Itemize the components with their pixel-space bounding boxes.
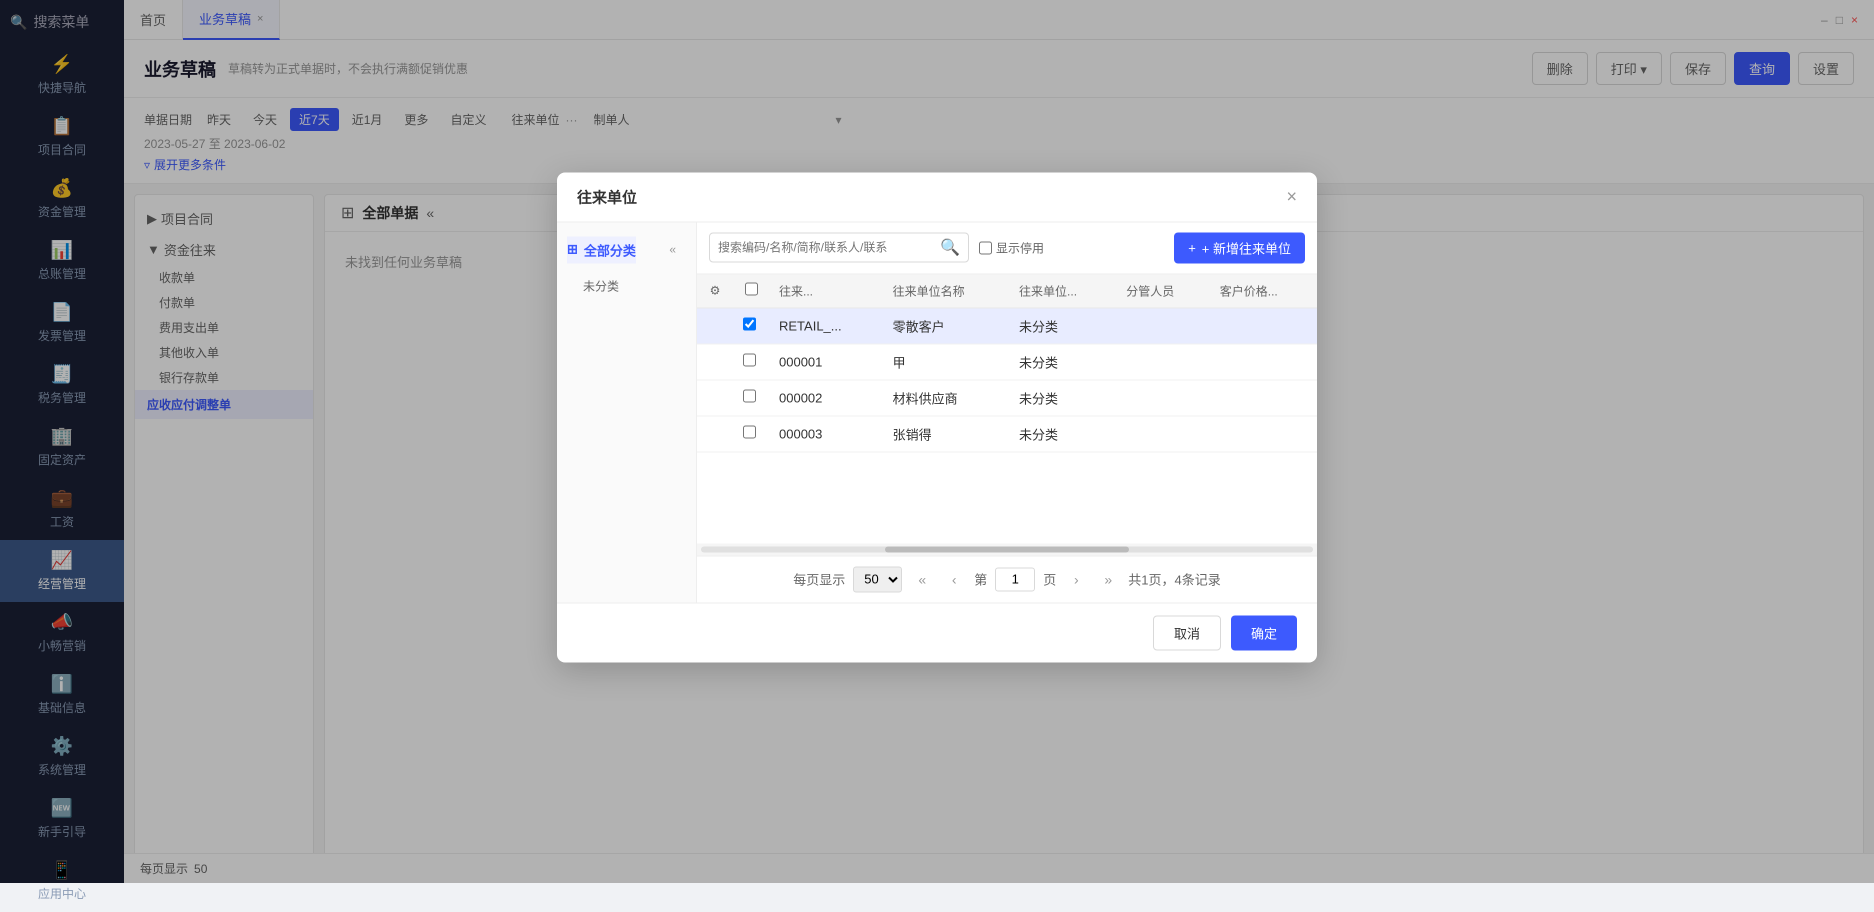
row-price	[1210, 308, 1317, 344]
search-icon: 🔍	[940, 238, 960, 258]
page-suffix: 页	[1043, 570, 1056, 589]
counterparty-dialog: 往来单位 × ⊞ 全部分类 « 未分类 🔍	[557, 172, 1317, 662]
next-page-btn[interactable]: ›	[1064, 567, 1088, 591]
table-row[interactable]: 000001 甲 未分类	[697, 344, 1317, 380]
row-settings	[697, 344, 733, 380]
scrollbar-thumb[interactable]	[885, 546, 1130, 552]
dialog-body: ⊞ 全部分类 « 未分类 🔍 显示停用 +	[557, 222, 1317, 602]
col-price-header: 客户价格...	[1210, 274, 1317, 308]
add-new-counterparty-button[interactable]: + + 新增往来单位	[1174, 232, 1305, 263]
row-manager	[1116, 344, 1209, 380]
dialog-main: 🔍 显示停用 + + 新增往来单位 ⚙ 往来	[697, 222, 1317, 602]
cancel-button[interactable]: 取消	[1153, 615, 1221, 650]
row-settings	[697, 308, 733, 344]
row-category: 未分类	[1009, 308, 1116, 344]
search-box[interactable]: 🔍	[709, 233, 969, 263]
scrollbar-track	[701, 546, 1313, 552]
row-code: RETAIL_...	[769, 308, 883, 344]
prev-page-btn[interactable]: ‹	[942, 567, 966, 591]
row-name: 张销得	[883, 416, 1009, 452]
last-page-btn[interactable]: »	[1096, 567, 1120, 591]
table-row[interactable]: 000002 材料供应商 未分类	[697, 380, 1317, 416]
plus-icon: +	[1188, 240, 1196, 255]
dialog-toolbar: 🔍 显示停用 + + 新增往来单位	[697, 222, 1317, 274]
row-settings	[697, 380, 733, 416]
row-manager	[1116, 416, 1209, 452]
row-category: 未分类	[1009, 416, 1116, 452]
horizontal-scrollbar[interactable]	[697, 543, 1317, 555]
per-page-select[interactable]: 50	[853, 566, 902, 592]
row-price	[1210, 344, 1317, 380]
search-input[interactable]	[718, 241, 934, 255]
col-manager-header: 分管人员	[1116, 274, 1209, 308]
row-manager	[1116, 308, 1209, 344]
dialog-close-button[interactable]: ×	[1286, 186, 1297, 207]
row-category: 未分类	[1009, 380, 1116, 416]
category-all[interactable]: ⊞ 全部分类	[567, 236, 636, 263]
confirm-button[interactable]: 确定	[1231, 615, 1297, 650]
row-price	[1210, 380, 1317, 416]
row-settings	[697, 416, 733, 452]
per-page-label: 每页显示	[793, 570, 845, 589]
dialog-title: 往来单位	[577, 186, 637, 207]
page-label: 第	[974, 570, 987, 589]
col-settings[interactable]: ⚙	[697, 274, 733, 308]
grid-small-icon: ⊞	[567, 242, 578, 258]
data-table: ⚙ 往来... 往来单位名称 往来单位... 分管人员 客户价格...	[697, 274, 1317, 543]
row-checkbox[interactable]	[733, 308, 769, 344]
sidebar-item-label: 应用中心	[38, 885, 86, 902]
col-code-header: 往来...	[769, 274, 883, 308]
show-disabled-checkbox[interactable]: 显示停用	[979, 239, 1044, 256]
row-code: 000001	[769, 344, 883, 380]
show-disabled-label: 显示停用	[996, 239, 1044, 256]
first-page-btn[interactable]: «	[910, 567, 934, 591]
counterparty-table: ⚙ 往来... 往来单位名称 往来单位... 分管人员 客户价格...	[697, 274, 1317, 452]
dialog-sidebar: ⊞ 全部分类 « 未分类	[557, 222, 697, 602]
select-all-checkbox[interactable]	[745, 283, 758, 296]
dialog-footer: 取消 确定	[557, 602, 1317, 662]
dialog-header: 往来单位 ×	[557, 172, 1317, 222]
row-name: 材料供应商	[883, 380, 1009, 416]
row-manager	[1116, 380, 1209, 416]
table-row[interactable]: 000003 张销得 未分类	[697, 416, 1317, 452]
row-checkbox[interactable]	[733, 344, 769, 380]
table-row[interactable]: RETAIL_... 零散客户 未分类	[697, 308, 1317, 344]
row-name: 零散客户	[883, 308, 1009, 344]
row-code: 000002	[769, 380, 883, 416]
row-category: 未分类	[1009, 344, 1116, 380]
total-info: 共1页，4条记录	[1128, 570, 1220, 589]
row-name: 甲	[883, 344, 1009, 380]
sidebar-collapse-btn[interactable]: «	[659, 239, 686, 261]
disabled-checkbox[interactable]	[979, 241, 992, 254]
col-category-header: 往来单位...	[1009, 274, 1116, 308]
row-checkbox[interactable]	[733, 380, 769, 416]
col-checkbox-header[interactable]	[733, 274, 769, 308]
row-checkbox[interactable]	[733, 416, 769, 452]
category-unclassified[interactable]: 未分类	[557, 271, 696, 300]
row-code: 000003	[769, 416, 883, 452]
row-price	[1210, 416, 1317, 452]
pagination: 每页显示 50 « ‹ 第 页 › » 共1页，4条记录	[697, 555, 1317, 602]
col-name-header: 往来单位名称	[883, 274, 1009, 308]
page-input[interactable]	[995, 567, 1035, 591]
